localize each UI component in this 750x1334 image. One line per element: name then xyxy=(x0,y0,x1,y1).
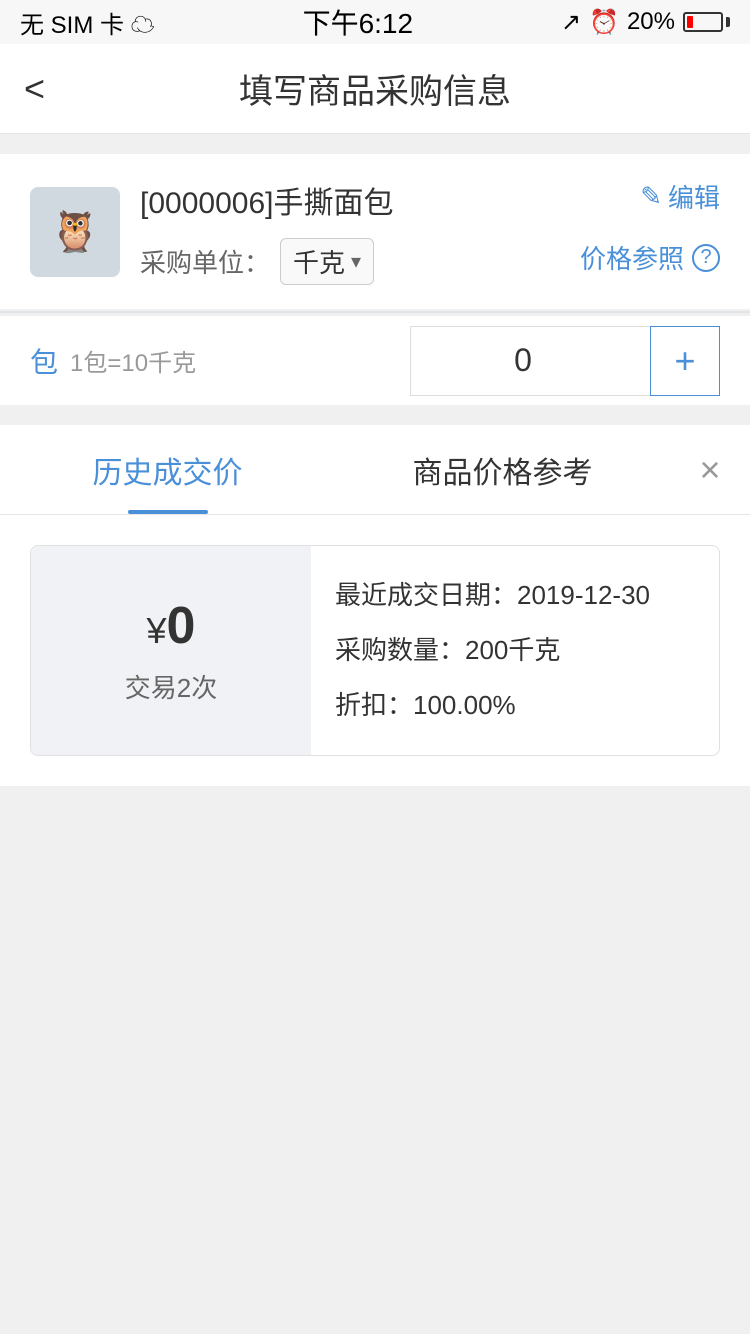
status-time: 下午6:12 xyxy=(303,2,414,42)
product-card: 🦉 [0000006]手撕面包 采购单位： 千克 ▾ ✎ 编辑 xyxy=(0,154,750,309)
help-button[interactable]: ? xyxy=(692,244,720,272)
quantity-left: 包 1包=10千克 xyxy=(30,341,196,381)
transaction-card: ¥0 交易2次 最近成交日期：2019-12-30 采购数量：200千克 折扣：… xyxy=(30,545,720,756)
divider xyxy=(0,311,750,313)
product-id-name: [0000006]手撕面包 xyxy=(140,178,393,222)
edit-button[interactable]: ✎ 编辑 xyxy=(640,178,720,215)
tab-history-price-label: 历史成交价 xyxy=(93,448,243,492)
nav-bar: < 填写商品采购信息 xyxy=(0,44,750,134)
product-thumbnail: 🦉 xyxy=(30,187,120,277)
price-ref-button[interactable]: 价格参照 xyxy=(580,239,684,276)
tab-product-price-ref[interactable]: 商品价格参考 xyxy=(335,425,670,514)
status-left: 无 SIM 卡 ☁ xyxy=(20,5,155,40)
discount-label: 折扣： xyxy=(335,690,413,720)
quantity-input[interactable] xyxy=(410,326,650,396)
unit-value: 千克 xyxy=(293,243,345,280)
currency-symbol: ¥ xyxy=(147,610,167,651)
tab-history-price[interactable]: 历史成交价 xyxy=(0,425,335,514)
recent-date-label: 最近成交日期： xyxy=(335,580,517,610)
quantity-controls: + xyxy=(410,326,720,396)
purchase-unit-label: 采购单位： xyxy=(140,243,270,280)
tabs-section: 历史成交价 商品价格参考 × ¥0 交易2次 最近成交日期：2019-12-30… xyxy=(0,425,750,786)
back-button[interactable]: < xyxy=(24,68,45,110)
bag-unit-label: 包 xyxy=(30,341,58,381)
quantity-plus-button[interactable]: + xyxy=(650,326,720,396)
product-header: 🦉 [0000006]手撕面包 采购单位： 千克 ▾ ✎ 编辑 xyxy=(30,178,720,285)
product-left: 🦉 [0000006]手撕面包 采购单位： 千克 ▾ xyxy=(30,178,393,285)
quantity-row: 包 1包=10千克 + xyxy=(0,315,750,405)
product-unit-row: 采购单位： 千克 ▾ xyxy=(140,238,393,285)
sim-label: 无 SIM 卡 ☁ xyxy=(20,5,155,40)
tab-underline xyxy=(128,510,208,514)
edit-label: 编辑 xyxy=(668,178,720,215)
product-id: [0000006] xyxy=(140,187,273,220)
transaction-right: 最近成交日期：2019-12-30 采购数量：200千克 折扣：100.00% xyxy=(311,546,719,755)
transaction-amount: ¥0 xyxy=(147,596,196,656)
unit-label: 包 xyxy=(30,341,58,381)
unit-dropdown-arrow: ▾ xyxy=(351,249,361,274)
transaction-count: 交易2次 xyxy=(125,668,217,705)
edit-icon: ✎ xyxy=(640,181,662,212)
battery-percent: 20% xyxy=(627,8,675,36)
tabs-header: 历史成交价 商品价格参考 × xyxy=(0,425,750,515)
tab-close-button[interactable]: × xyxy=(670,425,750,514)
purchase-qty-label: 采购数量： xyxy=(335,635,465,665)
recent-date-value: 2019-12-30 xyxy=(517,580,650,610)
price-ref-row: 价格参照 ? xyxy=(580,239,720,276)
unit-convert-label: 1包=10千克 xyxy=(70,343,196,378)
tab-product-price-ref-label: 商品价格参考 xyxy=(413,448,593,492)
alarm-icon: ⏰ xyxy=(589,8,619,37)
product-name: 手撕面包 xyxy=(273,187,393,220)
page-title: 填写商品采购信息 xyxy=(239,64,511,113)
unit-selector[interactable]: 千克 ▾ xyxy=(280,238,374,285)
discount-value: 100.00% xyxy=(413,690,516,720)
product-info: [0000006]手撕面包 采购单位： 千克 ▾ xyxy=(140,178,393,285)
tab-content: ¥0 交易2次 最近成交日期：2019-12-30 采购数量：200千克 折扣：… xyxy=(0,515,750,786)
purchase-qty-row: 采购数量：200千克 xyxy=(335,631,695,670)
purchase-qty-value: 200千克 xyxy=(465,635,560,665)
location-icon: ↗ xyxy=(561,8,581,37)
transaction-left: ¥0 交易2次 xyxy=(31,546,311,755)
product-logo: 🦉 xyxy=(50,208,100,255)
discount-row: 折扣：100.00% xyxy=(335,686,695,725)
recent-date-row: 最近成交日期：2019-12-30 xyxy=(335,576,695,615)
status-bar: 无 SIM 卡 ☁ 下午6:12 ↗ ⏰ 20% xyxy=(0,0,750,44)
amount-value: 0 xyxy=(167,597,196,655)
status-right: ↗ ⏰ 20% xyxy=(561,8,730,37)
battery-icon xyxy=(683,12,730,32)
